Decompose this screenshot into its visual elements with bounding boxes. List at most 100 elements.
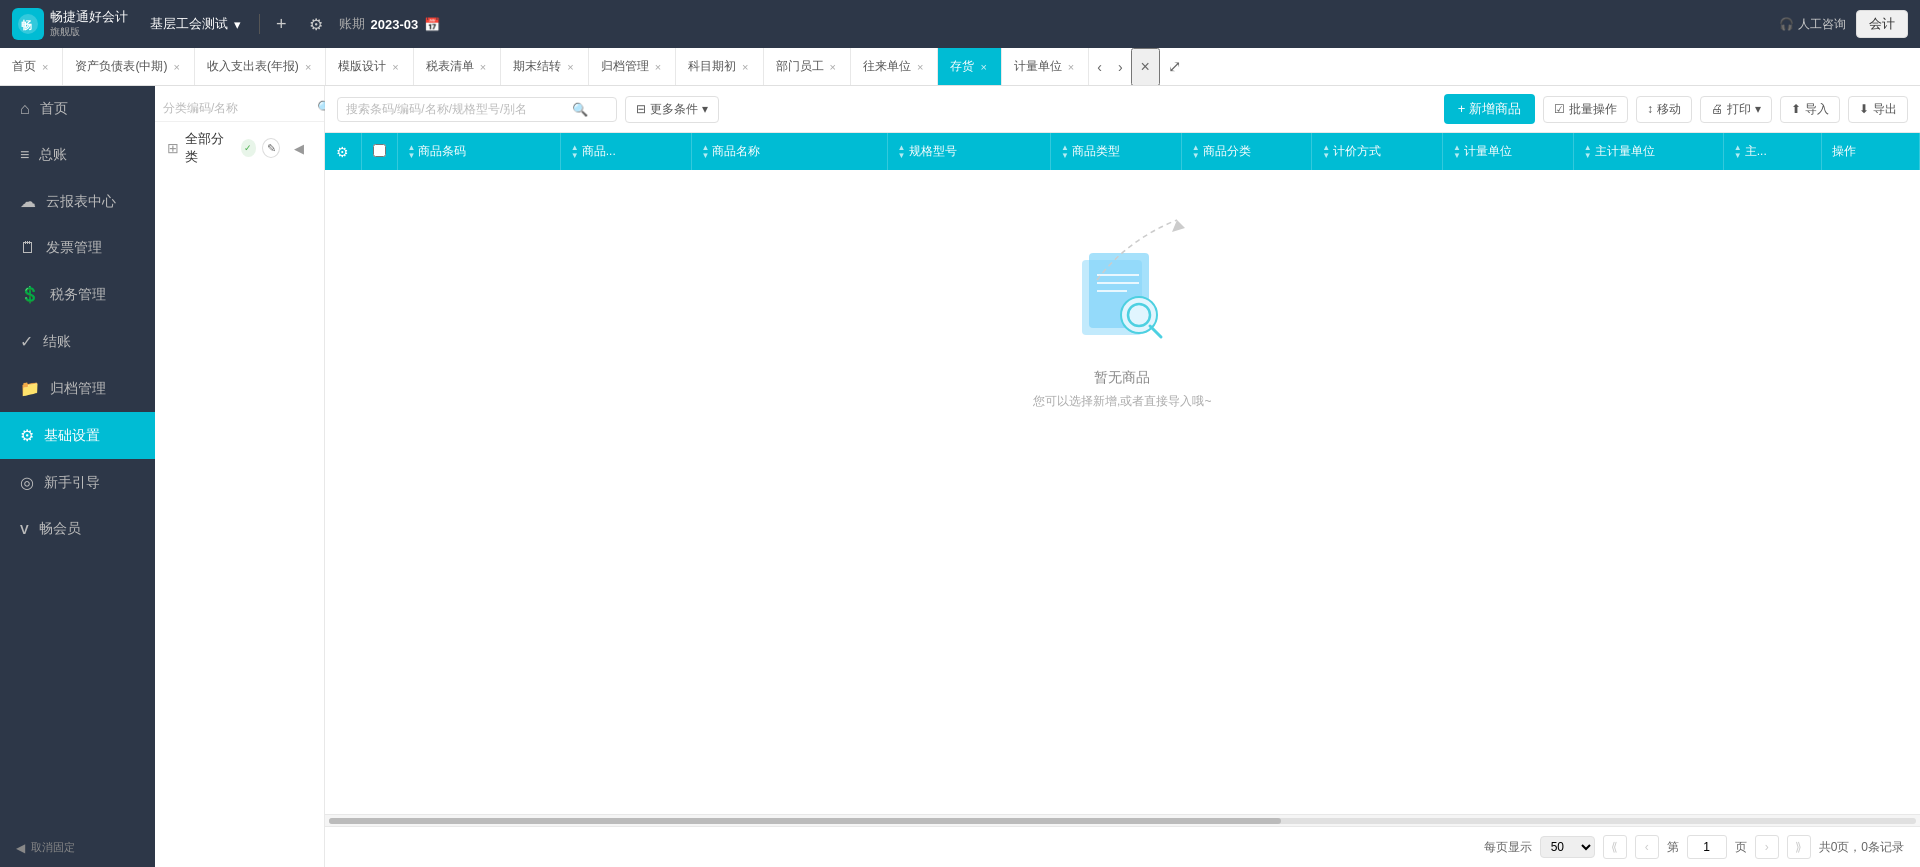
tab-inventory[interactable]: 存货 ×	[938, 48, 1001, 86]
prev-page-btn[interactable]: ‹	[1635, 835, 1659, 859]
calendar-icon[interactable]: 📅	[424, 17, 440, 32]
sidebar-item-cloud[interactable]: ☁ 云报表中心	[0, 178, 155, 225]
customer-service-btn[interactable]: 🎧 人工咨询	[1779, 16, 1846, 33]
tab-close-icon[interactable]: ×	[1066, 60, 1076, 74]
sidebar-collapse-btn[interactable]: ◀ 取消固定	[0, 828, 155, 867]
col-spec-header[interactable]: ▲▼ 规格型号	[887, 133, 1050, 170]
col-code-header[interactable]: ▲▼ 商品...	[560, 133, 691, 170]
tab-close-icon[interactable]: ×	[40, 60, 50, 74]
col-type-header[interactable]: ▲▼ 商品类型	[1050, 133, 1181, 170]
export-btn[interactable]: ⬇ 导出	[1848, 96, 1908, 123]
home-icon: ⌂	[20, 100, 30, 118]
col-status-header[interactable]: ▲▼ 主...	[1723, 133, 1821, 170]
total-records: 共0页，0条记录	[1819, 839, 1904, 856]
panel-collapse-btn[interactable]: ◀	[286, 141, 312, 156]
settings-button[interactable]: ⚙	[303, 11, 329, 38]
headset-icon: 🎧	[1779, 17, 1794, 31]
settings-icon: ⚙	[20, 426, 34, 445]
tab-home[interactable]: 首页 ×	[0, 48, 63, 86]
app-edition: 旗舰版	[50, 25, 128, 39]
category-edit-btn[interactable]: ✎	[262, 138, 280, 158]
sidebar-item-ledger[interactable]: ≡ 总账	[0, 132, 155, 178]
tab-unit[interactable]: 计量单位 ×	[1002, 48, 1089, 86]
tab-close-icon[interactable]: ×	[171, 60, 181, 74]
tab-template[interactable]: 模版设计 ×	[326, 48, 413, 86]
tab-close-icon[interactable]: ×	[978, 60, 988, 74]
company-selector[interactable]: 基层工会测试 ▾	[142, 11, 249, 37]
add-tab-button[interactable]: +	[270, 10, 293, 39]
sidebar-item-settings[interactable]: ⚙ 基础设置	[0, 412, 155, 459]
close-accounts-icon: ✓	[20, 332, 33, 351]
sidebar-item-archive[interactable]: 📁 归档管理	[0, 365, 155, 412]
sidebar-item-home[interactable]: ⌂ 首页	[0, 86, 155, 132]
filter-btn[interactable]: ⊟ 更多条件 ▾	[625, 96, 719, 123]
sidebar-item-close[interactable]: ✓ 结账	[0, 318, 155, 365]
tab-tax[interactable]: 税表清单 ×	[414, 48, 501, 86]
search-icon[interactable]: 🔍	[572, 102, 588, 117]
all-category-item[interactable]: ⊞ 全部分类 ✓ ✎ ◀	[155, 122, 324, 174]
tab-prev-button[interactable]: ‹	[1089, 48, 1110, 86]
sidebar-item-vip[interactable]: V 畅会员	[0, 506, 155, 552]
per-page-select[interactable]: 50 100 200	[1540, 836, 1595, 858]
table-settings-icon[interactable]: ⚙	[336, 144, 349, 160]
import-btn[interactable]: ⬆ 导入	[1780, 96, 1840, 123]
tab-close-icon[interactable]: ×	[740, 60, 750, 74]
empty-title: 暂无商品	[1094, 369, 1150, 387]
tab-expand-button[interactable]: ⤢	[1160, 48, 1189, 86]
tab-income[interactable]: 收入支出表(年报) ×	[195, 48, 326, 86]
col-barcode-header[interactable]: ▲▼ 商品条码	[397, 133, 560, 170]
tab-label: 收入支出表(年报)	[207, 58, 299, 75]
tab-close-icon[interactable]: ×	[915, 60, 925, 74]
tab-balance[interactable]: 资产负债表(中期) ×	[63, 48, 194, 86]
select-all-checkbox[interactable]	[373, 144, 386, 157]
tab-close-icon[interactable]: ×	[390, 60, 400, 74]
tab-close-icon[interactable]: ×	[653, 60, 663, 74]
per-page-label: 每页显示	[1484, 839, 1532, 856]
move-btn[interactable]: ↕ 移动	[1636, 96, 1692, 123]
horizontal-scrollbar[interactable]	[325, 814, 1920, 826]
col-unit-header[interactable]: ▲▼ 计量单位	[1443, 133, 1574, 170]
col-check-header[interactable]	[361, 133, 397, 170]
tab-close-icon[interactable]: ×	[478, 60, 488, 74]
next-page-btn[interactable]: ›	[1755, 835, 1779, 859]
first-page-btn[interactable]: ⟪	[1603, 835, 1627, 859]
tab-close-icon[interactable]: ×	[303, 60, 313, 74]
tab-next-button[interactable]: ›	[1110, 48, 1131, 86]
col-main-unit-label: 主计量单位	[1595, 143, 1655, 160]
import-label: 导入	[1805, 101, 1829, 118]
col-main-unit-header[interactable]: ▲▼ 主计量单位	[1573, 133, 1723, 170]
batch-btn[interactable]: ☑ 批量操作	[1543, 96, 1628, 123]
col-code-label: 商品...	[582, 143, 616, 160]
category-search-input[interactable]	[163, 101, 313, 115]
tab-period-close[interactable]: 期末结转 ×	[501, 48, 588, 86]
last-page-btn[interactable]: ⟫	[1787, 835, 1811, 859]
product-search-input[interactable]	[346, 102, 566, 116]
tab-department[interactable]: 部门员工 ×	[764, 48, 851, 86]
page-number-input[interactable]	[1687, 835, 1727, 859]
period-info: 账期 2023-03 📅	[339, 15, 441, 33]
add-product-btn[interactable]: + 新增商品	[1444, 94, 1535, 124]
print-btn[interactable]: 🖨 打印 ▾	[1700, 96, 1772, 123]
tab-close-icon[interactable]: ×	[828, 60, 838, 74]
col-setting-header[interactable]: ⚙	[325, 133, 361, 170]
sidebar-item-invoice[interactable]: 🗒 发票管理	[0, 225, 155, 271]
tab-subject[interactable]: 科目期初 ×	[676, 48, 763, 86]
tab-close-all-button[interactable]: ×	[1131, 48, 1160, 86]
col-category-header[interactable]: ▲▼ 商品分类	[1181, 133, 1312, 170]
sort-arrows: ▲▼	[898, 144, 906, 160]
sidebar-item-guide[interactable]: ◎ 新手引导	[0, 459, 155, 506]
col-spec-label: 规格型号	[909, 143, 957, 160]
svg-line-10	[1150, 326, 1161, 337]
sidebar-item-tax[interactable]: 💲 税务管理	[0, 271, 155, 318]
col-price-method-header[interactable]: ▲▼ 计价方式	[1312, 133, 1443, 170]
scrollbar-thumb[interactable]	[329, 818, 1281, 824]
col-name-header[interactable]: ▲▼ 商品名称	[691, 133, 887, 170]
tab-archive[interactable]: 归档管理 ×	[589, 48, 676, 86]
tab-label: 存货	[950, 58, 974, 75]
tab-close-icon[interactable]: ×	[565, 60, 575, 74]
svg-text:畅: 畅	[21, 19, 32, 31]
empty-subtitle: 您可以选择新增,或者直接导入哦~	[1033, 393, 1211, 410]
collapse-icon: ◀	[16, 841, 25, 855]
tab-contacts[interactable]: 往来单位 ×	[851, 48, 938, 86]
user-badge[interactable]: 会计	[1856, 10, 1908, 38]
